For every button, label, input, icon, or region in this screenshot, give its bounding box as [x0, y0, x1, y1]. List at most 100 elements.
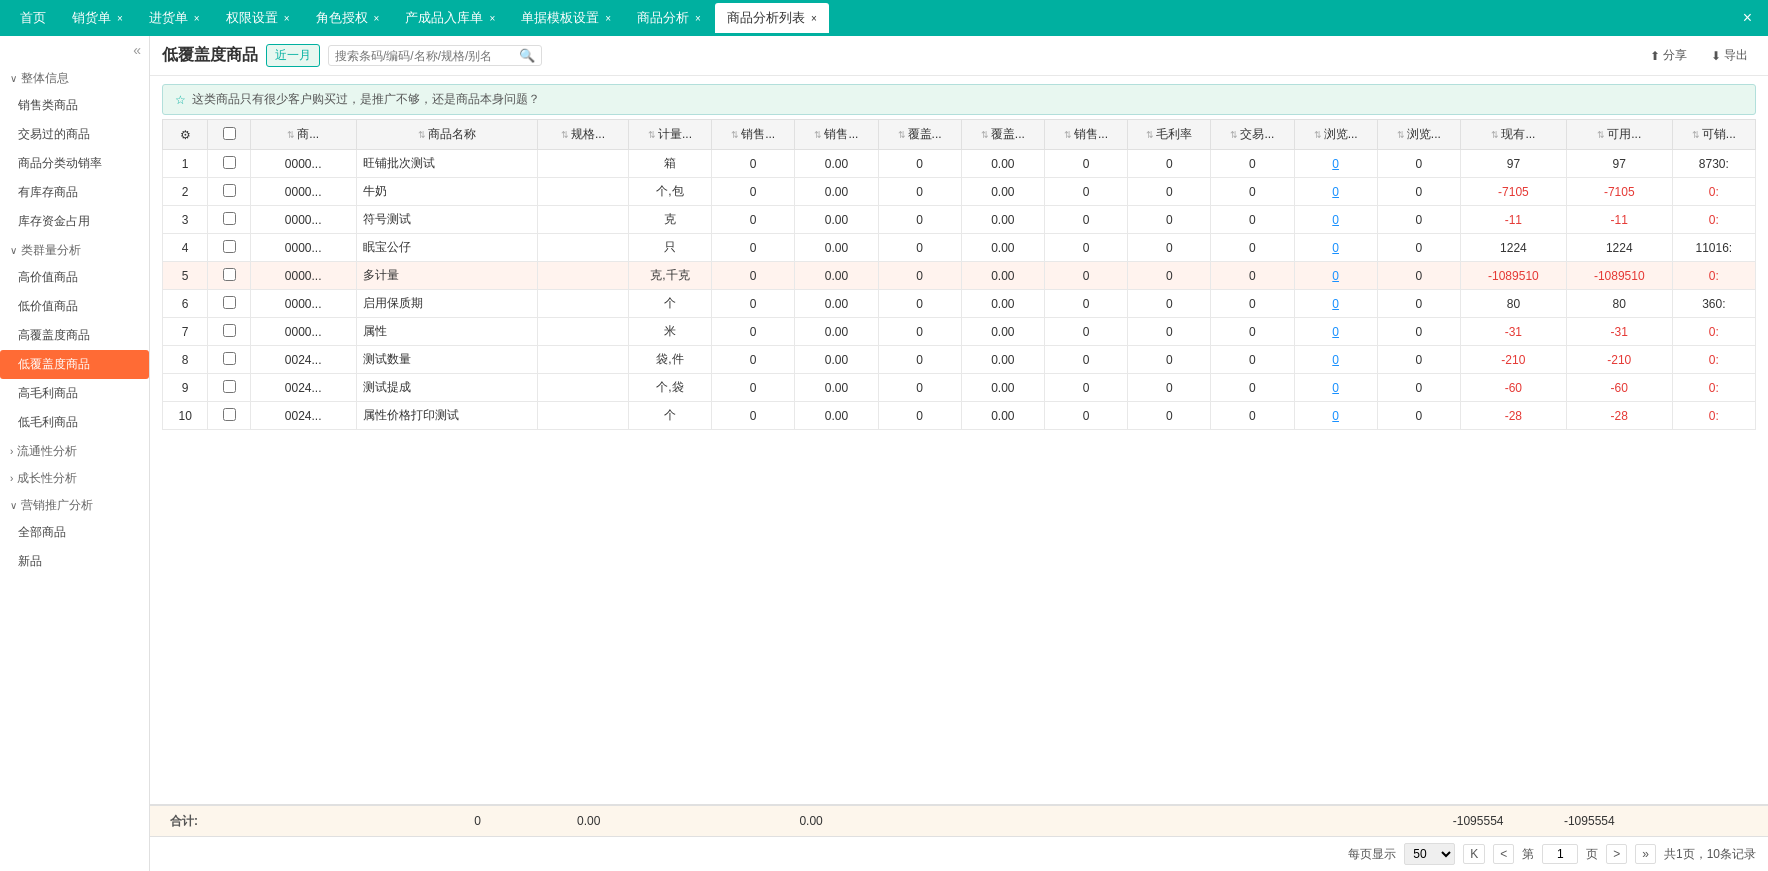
nav-template-settings[interactable]: 单据模板设置 × [509, 3, 623, 33]
close-icon[interactable]: × [695, 13, 701, 24]
row-checkbox[interactable] [208, 402, 250, 430]
sidebar-item-high-coverage[interactable]: 高覆盖度商品 [0, 321, 149, 350]
export-button[interactable]: ⬇ 导出 [1703, 44, 1756, 67]
row-checkbox[interactable] [208, 206, 250, 234]
next-page-button[interactable]: > [1606, 844, 1627, 864]
sort-icon[interactable]: ⇅ [1597, 130, 1605, 140]
sidebar-item-low-value[interactable]: 低价值商品 [0, 292, 149, 321]
row-select-checkbox[interactable] [223, 156, 236, 169]
page-input[interactable] [1542, 844, 1578, 864]
close-icon[interactable]: × [489, 13, 495, 24]
select-all-checkbox[interactable] [223, 127, 236, 140]
sort-icon[interactable]: ⇅ [1230, 130, 1238, 140]
sort-icon[interactable]: ⇅ [814, 130, 822, 140]
nav-sales-order[interactable]: 销货单 × [60, 3, 135, 33]
row-select-checkbox[interactable] [223, 268, 236, 281]
row-name[interactable]: 符号测试 [356, 206, 538, 234]
row-checkbox[interactable] [208, 234, 250, 262]
sidebar-item-in-stock[interactable]: 有库存商品 [0, 178, 149, 207]
row-name[interactable]: 多计量 [356, 262, 538, 290]
sidebar-group-circulation[interactable]: › 流通性分析 [0, 437, 149, 464]
sort-icon[interactable]: ⇅ [1397, 130, 1405, 140]
sort-icon[interactable]: ⇅ [648, 130, 656, 140]
sidebar-group-growth[interactable]: › 成长性分析 [0, 464, 149, 491]
row-name[interactable]: 启用保质期 [356, 290, 538, 318]
sort-icon[interactable]: ⇅ [418, 130, 426, 140]
row-name[interactable]: 测试提成 [356, 374, 538, 402]
row-select-checkbox[interactable] [223, 240, 236, 253]
row-browse1[interactable]: 0 [1294, 402, 1377, 430]
sort-icon[interactable]: ⇅ [1491, 130, 1499, 140]
nav-purchase-order[interactable]: 进货单 × [137, 3, 212, 33]
close-icon[interactable]: × [117, 13, 123, 24]
sidebar-item-category-turnover[interactable]: 商品分类动销率 [0, 149, 149, 178]
row-select-checkbox[interactable] [223, 408, 236, 421]
last-page-button[interactable]: » [1635, 844, 1656, 864]
nav-role-auth[interactable]: 角色授权 × [304, 3, 392, 33]
sidebar-group-cluster[interactable]: ∨ 类群量分析 [0, 236, 149, 263]
row-checkbox[interactable] [208, 374, 250, 402]
time-filter-button[interactable]: 近一月 [266, 44, 320, 67]
sidebar-item-low-coverage[interactable]: 低覆盖度商品 [0, 350, 149, 379]
row-browse1[interactable]: 0 [1294, 318, 1377, 346]
first-page-button[interactable]: K [1463, 844, 1485, 864]
row-browse1[interactable]: 0 [1294, 234, 1377, 262]
row-browse1[interactable]: 0 [1294, 206, 1377, 234]
settings-icon[interactable]: ⚙ [180, 128, 191, 142]
row-select-checkbox[interactable] [223, 296, 236, 309]
search-icon[interactable]: 🔍 [519, 48, 535, 63]
col-settings[interactable]: ⚙ [163, 120, 208, 150]
close-icon[interactable]: × [284, 13, 290, 24]
row-browse1[interactable]: 0 [1294, 374, 1377, 402]
sidebar-item-traded-goods[interactable]: 交易过的商品 [0, 120, 149, 149]
sort-icon[interactable]: ⇅ [1314, 130, 1322, 140]
sidebar-group-marketing[interactable]: ∨ 营销推广分析 [0, 491, 149, 518]
sort-icon[interactable]: ⇅ [1692, 130, 1700, 140]
row-checkbox[interactable] [208, 318, 250, 346]
nav-finished-goods[interactable]: 产成品入库单 × [393, 3, 507, 33]
row-browse1[interactable]: 0 [1294, 150, 1377, 178]
row-browse1[interactable]: 0 [1294, 290, 1377, 318]
sidebar-item-inventory-capital[interactable]: 库存资金占用 [0, 207, 149, 236]
row-select-checkbox[interactable] [223, 352, 236, 365]
close-icon[interactable]: × [811, 13, 817, 24]
col-checkbox[interactable] [208, 120, 250, 150]
row-browse1[interactable]: 0 [1294, 178, 1377, 206]
search-input[interactable] [335, 49, 515, 63]
close-icon[interactable]: × [605, 13, 611, 24]
row-select-checkbox[interactable] [223, 184, 236, 197]
row-select-checkbox[interactable] [223, 380, 236, 393]
sidebar-group-overall[interactable]: ∨ 整体信息 [0, 64, 149, 91]
row-browse1[interactable]: 0 [1294, 262, 1377, 290]
nav-home[interactable]: 首页 [8, 3, 58, 33]
sidebar-collapse-button[interactable]: « [0, 36, 149, 64]
row-checkbox[interactable] [208, 178, 250, 206]
row-select-checkbox[interactable] [223, 212, 236, 225]
per-page-select[interactable]: 50 10 20 100 [1404, 843, 1455, 865]
row-checkbox[interactable] [208, 346, 250, 374]
row-name[interactable]: 眠宝公仔 [356, 234, 538, 262]
close-icon[interactable]: × [194, 13, 200, 24]
window-close-button[interactable]: × [1735, 5, 1760, 31]
sort-icon[interactable]: ⇅ [561, 130, 569, 140]
sort-icon[interactable]: ⇅ [1064, 130, 1072, 140]
sidebar-item-new-goods[interactable]: 新品 [0, 547, 149, 576]
row-name[interactable]: 属性 [356, 318, 538, 346]
row-name[interactable]: 旺铺批次测试 [356, 150, 538, 178]
sidebar-item-sales-goods[interactable]: 销售类商品 [0, 91, 149, 120]
sidebar-item-high-margin[interactable]: 高毛利商品 [0, 379, 149, 408]
sort-icon[interactable]: ⇅ [981, 130, 989, 140]
sidebar-item-high-value[interactable]: 高价值商品 [0, 263, 149, 292]
row-name[interactable]: 属性价格打印测试 [356, 402, 538, 430]
row-browse1[interactable]: 0 [1294, 346, 1377, 374]
row-name[interactable]: 测试数量 [356, 346, 538, 374]
row-checkbox[interactable] [208, 290, 250, 318]
close-icon[interactable]: × [374, 13, 380, 24]
sort-icon[interactable]: ⇅ [731, 130, 739, 140]
nav-product-analysis[interactable]: 商品分析 × [625, 3, 713, 33]
share-button[interactable]: ⬆ 分享 [1642, 44, 1695, 67]
row-checkbox[interactable] [208, 150, 250, 178]
sidebar-item-all-goods[interactable]: 全部商品 [0, 518, 149, 547]
row-select-checkbox[interactable] [223, 324, 236, 337]
nav-permission-settings[interactable]: 权限设置 × [214, 3, 302, 33]
